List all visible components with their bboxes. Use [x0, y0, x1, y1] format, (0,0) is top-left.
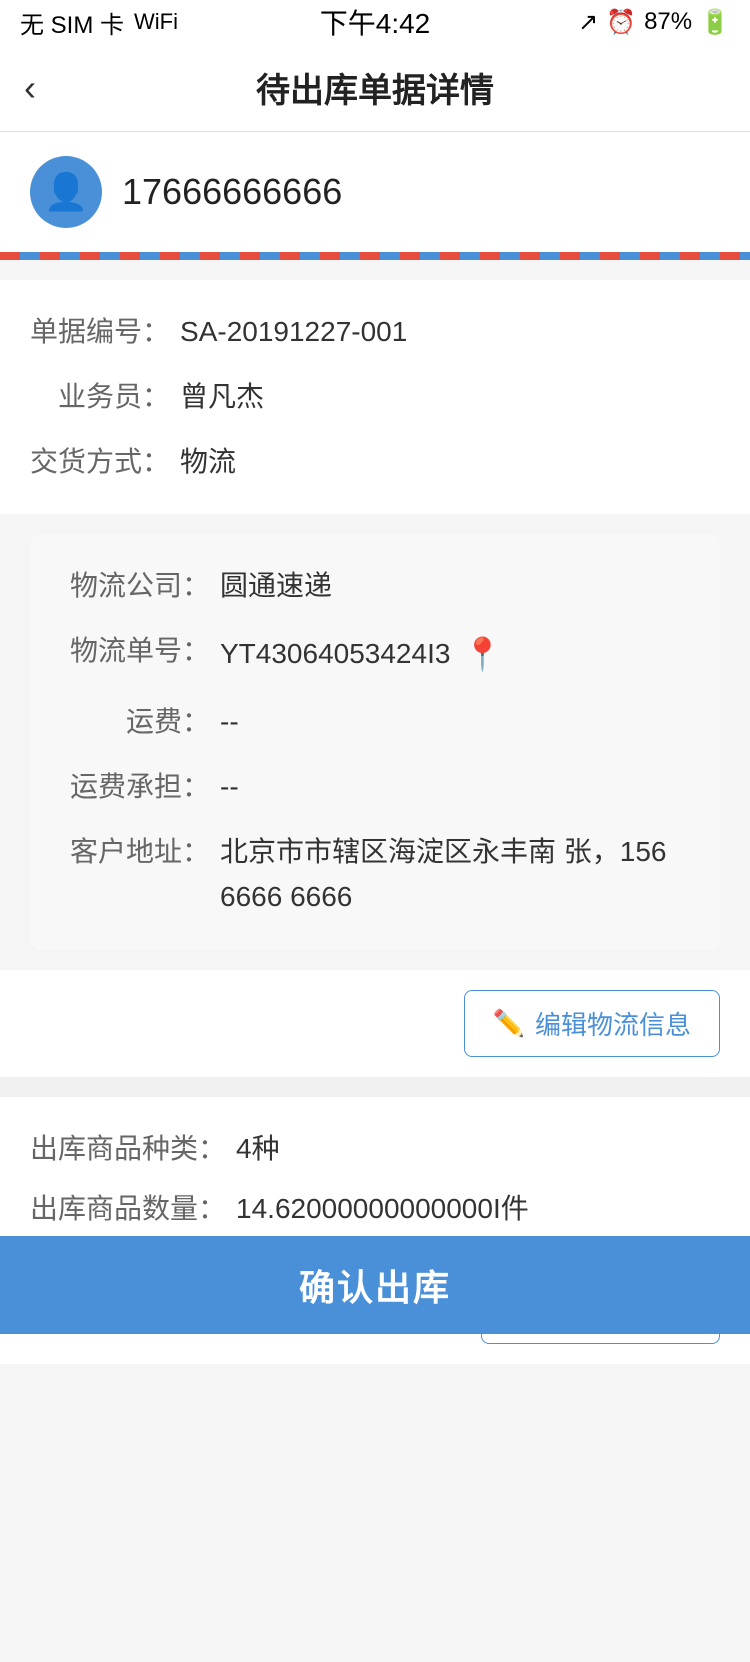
customer-phone: 17666666666 [122, 171, 342, 213]
delivery-row: 交货方式： 物流 [30, 440, 720, 485]
confirm-button-label: 确认出库 [299, 1259, 451, 1311]
order-no-value: SA-20191227-001 [180, 310, 720, 355]
edit-logistics-label: 编辑物流信息 [535, 1005, 691, 1042]
company-label: 物流公司： [60, 564, 210, 609]
order-info-section: 单据编号： SA-20191227-001 业务员： 曾凡杰 交货方式： 物流 [0, 280, 750, 514]
freight-label: 运费： [60, 700, 210, 745]
edit-logistics-section: ✏️ 编辑物流信息 [0, 970, 750, 1077]
status-bar: 无 SIM 卡 WiFi 下午4:42 ↗ ⏰ 87% 🔋 [0, 0, 750, 44]
tracking-label: 物流单号： [60, 629, 210, 674]
status-left: 无 SIM 卡 WiFi [20, 5, 178, 40]
carrier-text: 无 SIM 卡 [20, 5, 124, 40]
logistics-card: 物流公司： 圆通速递 物流单号： YT43064053424I3 📍 运费： -… [30, 534, 720, 949]
tracking-value: YT43064053424I3 📍 [220, 629, 690, 680]
address-value: 北京市市辖区海淀区永丰南 张，156 6666 6666 [220, 830, 690, 920]
order-no-row: 单据编号： SA-20191227-001 [30, 310, 720, 355]
salesman-row: 业务员： 曾凡杰 [30, 375, 720, 420]
avatar: 👤 [30, 156, 102, 228]
delivery-value: 物流 [180, 440, 720, 485]
tracking-row: 物流单号： YT43064053424I3 📍 [60, 629, 690, 680]
location-icon[interactable]: 📍 [462, 629, 502, 680]
status-right: ↗ ⏰ 87% 🔋 [578, 8, 730, 37]
product-types-value: 4种 [236, 1127, 280, 1167]
customer-header: 👤 17666666666 [0, 132, 750, 252]
empty-space [0, 1364, 750, 1564]
salesman-value: 曾凡杰 [180, 375, 720, 420]
status-time: 下午4:42 [320, 2, 431, 42]
freight-value: -- [220, 700, 690, 745]
company-value: 圆通速递 [220, 564, 690, 609]
address-label: 客户地址： [60, 830, 210, 875]
battery-text: 87% [644, 8, 692, 36]
back-button[interactable]: ‹ [24, 67, 36, 109]
salesman-label: 业务员： [30, 375, 170, 420]
edit-icon: ✏️ [493, 1008, 525, 1039]
product-types-row: 出库商品种类： 4种 [30, 1127, 720, 1167]
nav-bar: ‹ 待出库单据详情 [0, 44, 750, 132]
freight-bear-row: 运费承担： -- [60, 765, 690, 810]
order-no-label: 单据编号： [30, 310, 170, 355]
company-row: 物流公司： 圆通速递 [60, 564, 690, 609]
location-status-icon: ↗ [578, 8, 598, 37]
delivery-label: 交货方式： [30, 440, 170, 485]
tracking-number: YT43064053424I3 [220, 632, 450, 677]
product-qty-row: 出库商品数量： 14.62000000000000I件 [30, 1187, 720, 1227]
confirm-button[interactable]: 确认出库 [0, 1236, 750, 1334]
freight-bear-label: 运费承担： [60, 765, 210, 810]
dashed-divider [0, 252, 750, 260]
freight-bear-value: -- [220, 765, 690, 810]
product-qty-value: 14.62000000000000I件 [236, 1187, 529, 1227]
section-divider [0, 1077, 750, 1097]
product-section: 出库商品种类： 4种 出库商品数量： 14.62000000000000I件 [0, 1097, 750, 1257]
product-types-label: 出库商品种类： [30, 1127, 226, 1167]
avatar-icon: 👤 [44, 171, 89, 213]
product-qty-label: 出库商品数量： [30, 1187, 226, 1227]
freight-row: 运费： -- [60, 700, 690, 745]
back-icon: ‹ [24, 67, 36, 109]
address-row: 客户地址： 北京市市辖区海淀区永丰南 张，156 6666 6666 [60, 830, 690, 920]
battery-icon: 🔋 [700, 8, 730, 37]
alarm-icon: ⏰ [606, 8, 636, 37]
page-title: 待出库单据详情 [256, 63, 494, 112]
edit-logistics-button[interactable]: ✏️ 编辑物流信息 [464, 990, 720, 1057]
wifi-icon: WiFi [134, 9, 178, 35]
